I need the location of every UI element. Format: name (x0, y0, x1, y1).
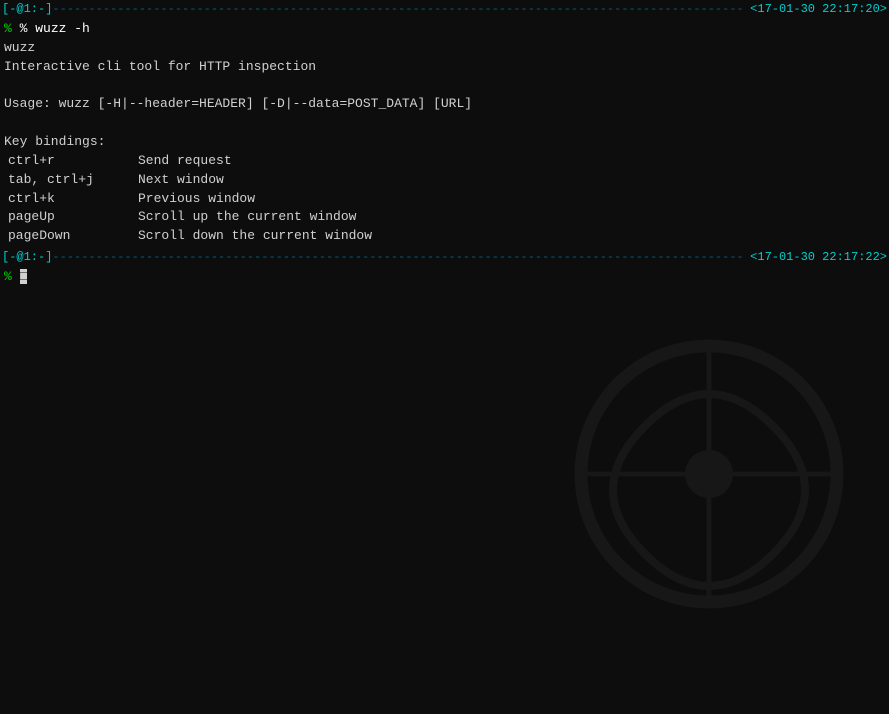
app-description: Interactive cli tool for HTTP inspection (4, 59, 316, 74)
command-text: % wuzz -h (20, 21, 90, 36)
blank-line-2 (4, 114, 885, 133)
binding-ctrl-k: ctrl+kPrevious window (4, 190, 885, 209)
desc-scroll-down: Scroll down the current window (138, 228, 372, 243)
key-pagedown: pageDown (8, 227, 138, 246)
desc-send-request: Send request (138, 153, 232, 168)
desc-prev-window: Previous window (138, 191, 255, 206)
app-name: wuzz (4, 40, 35, 55)
tmux-bar-top: [-@1:-] --------------------------------… (0, 0, 889, 18)
prompt-symbol-2: % (4, 269, 20, 284)
terminal-content-after: % □ (0, 266, 889, 289)
binding-ctrl-r: ctrl+rSend request (4, 152, 885, 171)
app-name-line: wuzz (4, 39, 885, 58)
usage-text: Usage: wuzz [-H|--header=HEADER] [-D|--d… (4, 96, 472, 111)
description-line: Interactive cli tool for HTTP inspection (4, 58, 885, 77)
tmux-bar-bottom: [-@1:-] --------------------------------… (0, 248, 889, 266)
desc-next-window: Next window (138, 172, 224, 187)
key-pageup: pageUp (8, 208, 138, 227)
prompt-symbol-1: % (4, 21, 20, 36)
tmux-session-label-top: [-@1:-] (0, 0, 52, 18)
key-bindings-header-line: Key bindings: (4, 133, 885, 152)
tmux-bar-line-bottom: ----------------------------------------… (52, 248, 750, 266)
terminal-content: % % wuzz -h wuzz Interactive cli tool fo… (0, 18, 889, 248)
blank-line-1 (4, 77, 885, 96)
tmux-bar-line-top: ----------------------------------------… (52, 0, 750, 18)
final-prompt-line: % □ (4, 268, 885, 287)
tmux-session-label-bottom: [-@1:-] (0, 248, 52, 266)
command-line: % % wuzz -h (4, 20, 885, 39)
binding-pageup: pageUpScroll up the current window (4, 208, 885, 227)
key-ctrl-k: ctrl+k (8, 190, 138, 209)
desc-scroll-up: Scroll up the current window (138, 209, 356, 224)
watermark (549, 314, 869, 634)
terminal-window: [-@1:-] --------------------------------… (0, 0, 889, 714)
key-ctrl-r: ctrl+r (8, 152, 138, 171)
binding-tab: tab, ctrl+jNext window (4, 171, 885, 190)
binding-pagedown: pageDownScroll down the current window (4, 227, 885, 246)
cursor-block: □ (20, 269, 28, 284)
tmux-timestamp-top: <17-01-30 22:17:20> (750, 0, 889, 18)
key-bindings-header: Key bindings: (4, 134, 105, 149)
tmux-timestamp-bottom: <17-01-30 22:17:22> (750, 248, 889, 266)
usage-line: Usage: wuzz [-H|--header=HEADER] [-D|--d… (4, 95, 885, 114)
key-tab: tab, ctrl+j (8, 171, 138, 190)
